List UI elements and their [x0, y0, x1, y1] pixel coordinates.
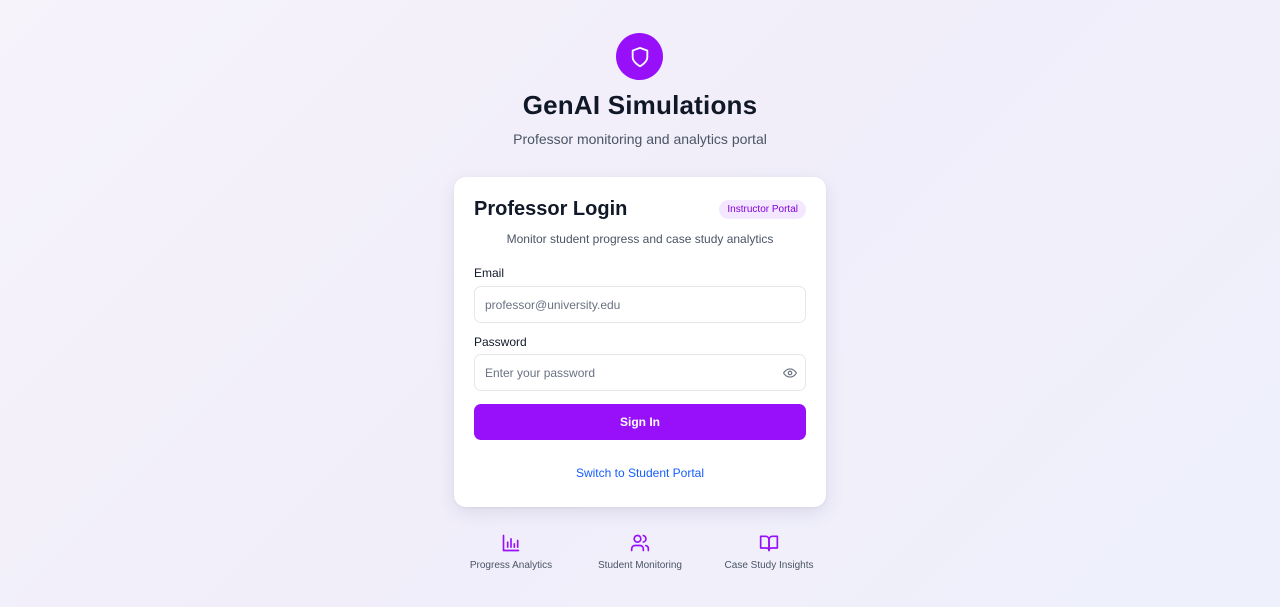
bar-chart-icon: [502, 534, 520, 552]
feature-label: Case Study Insights: [724, 560, 814, 571]
sign-in-button[interactable]: Sign In: [474, 404, 806, 440]
app-logo: [616, 33, 663, 80]
feature-label: Student Monitoring: [598, 560, 682, 571]
login-card: Professor Login Instructor Portal Monito…: [454, 177, 826, 507]
app-title: GenAI Simulations: [522, 90, 758, 120]
email-field-wrapper: [474, 286, 806, 323]
instructor-portal-badge: Instructor Portal: [719, 200, 806, 219]
email-input[interactable]: [475, 287, 785, 322]
users-icon: [630, 534, 650, 552]
shield-icon: [631, 46, 648, 67]
feature-case-study-insights: Case Study Insights: [699, 533, 839, 571]
feature-student-monitoring: Student Monitoring: [570, 533, 710, 571]
email-label: Email: [474, 266, 505, 280]
password-field-wrapper: [474, 354, 806, 391]
feature-progress-analytics: Progress Analytics: [441, 533, 581, 571]
switch-to-student-portal-link[interactable]: Switch to Student Portal: [454, 466, 826, 480]
login-description: Monitor student progress and case study …: [506, 232, 774, 246]
login-title: Professor Login: [474, 198, 628, 220]
password-label: Password: [474, 335, 527, 349]
book-open-icon: [759, 535, 779, 552]
eye-icon[interactable]: [783, 366, 797, 380]
feature-list: Progress Analytics Student Monitoring Ca…: [0, 533, 1280, 583]
password-input[interactable]: [475, 355, 785, 390]
feature-label: Progress Analytics: [469, 560, 553, 571]
app-subtitle: Professor monitoring and analytics porta…: [513, 131, 767, 147]
